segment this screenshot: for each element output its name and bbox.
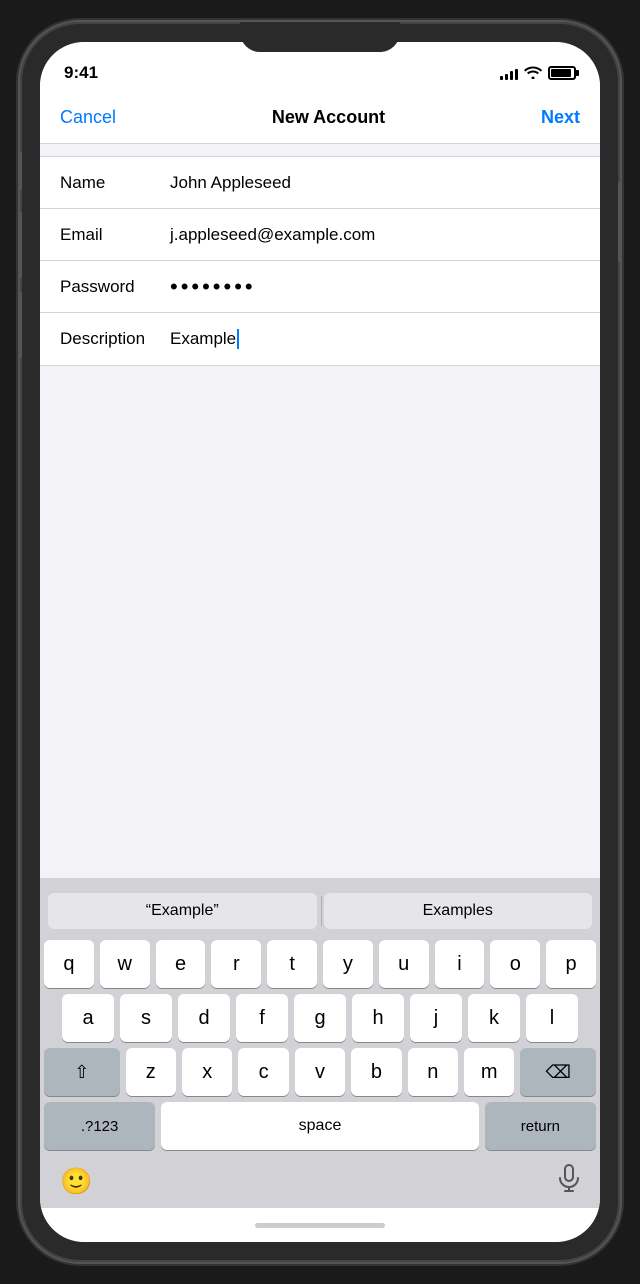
wifi-icon xyxy=(524,65,542,82)
key-n[interactable]: n xyxy=(408,1048,458,1096)
key-t[interactable]: t xyxy=(267,940,317,988)
key-k[interactable]: k xyxy=(468,994,520,1042)
description-value[interactable]: Example xyxy=(170,329,580,350)
status-icons xyxy=(500,65,576,82)
key-x[interactable]: x xyxy=(182,1048,232,1096)
key-l[interactable]: l xyxy=(526,994,578,1042)
next-button[interactable]: Next xyxy=(541,107,580,128)
key-m[interactable]: m xyxy=(464,1048,514,1096)
autocomplete-separator xyxy=(321,896,322,926)
backspace-key[interactable]: ⌫ xyxy=(520,1048,596,1096)
key-r[interactable]: r xyxy=(211,940,261,988)
home-bar xyxy=(255,1223,385,1228)
password-label: Password xyxy=(60,277,170,297)
battery-icon xyxy=(548,66,576,80)
email-label: Email xyxy=(60,225,170,245)
key-v[interactable]: v xyxy=(295,1048,345,1096)
keyboard-row-4: .?123 space return xyxy=(44,1102,596,1150)
space-key[interactable]: space xyxy=(161,1102,479,1150)
password-row: Password •••••••• xyxy=(40,261,600,313)
keyboard: “Example” Examples q w e r t y u i o p xyxy=(40,878,600,1158)
key-q[interactable]: q xyxy=(44,940,94,988)
text-cursor xyxy=(237,329,239,349)
home-indicator xyxy=(40,1208,600,1242)
content-area xyxy=(40,366,600,878)
power-button xyxy=(618,182,620,262)
numbers-key[interactable]: .?123 xyxy=(44,1102,155,1150)
key-u[interactable]: u xyxy=(379,940,429,988)
shift-key[interactable]: ⇧ xyxy=(44,1048,120,1096)
key-e[interactable]: e xyxy=(156,940,206,988)
name-label: Name xyxy=(60,173,170,193)
key-w[interactable]: w xyxy=(100,940,150,988)
key-p[interactable]: p xyxy=(546,940,596,988)
page-title: New Account xyxy=(272,107,385,128)
signal-icon xyxy=(500,66,518,80)
name-value[interactable]: John Appleseed xyxy=(170,173,580,193)
keyboard-row-2: a s d f g h j k l xyxy=(44,994,596,1042)
name-row: Name John Appleseed xyxy=(40,157,600,209)
autocomplete-bar: “Example” Examples xyxy=(44,888,596,934)
keyboard-row-1: q w e r t y u i o p xyxy=(44,940,596,988)
phone-screen: 9:41 xyxy=(40,42,600,1242)
status-time: 9:41 xyxy=(64,63,98,83)
notch xyxy=(240,22,400,52)
phone-frame: 9:41 xyxy=(20,22,620,1262)
password-value[interactable]: •••••••• xyxy=(170,274,580,300)
key-i[interactable]: i xyxy=(435,940,485,988)
form-section: Name John Appleseed Email j.appleseed@ex… xyxy=(40,156,600,366)
key-o[interactable]: o xyxy=(490,940,540,988)
navigation-bar: Cancel New Account Next xyxy=(40,92,600,144)
autocomplete-item-2[interactable]: Examples xyxy=(324,893,593,929)
key-y[interactable]: y xyxy=(323,940,373,988)
keyboard-row-3: ⇧ z x c v b n m ⌫ xyxy=(44,1048,596,1096)
key-s[interactable]: s xyxy=(120,994,172,1042)
email-value[interactable]: j.appleseed@example.com xyxy=(170,225,580,245)
keyboard-bottom-bar: 🙂 xyxy=(40,1158,600,1208)
key-j[interactable]: j xyxy=(410,994,462,1042)
emoji-icon[interactable]: 🙂 xyxy=(60,1166,92,1197)
volume-up-button xyxy=(20,212,22,278)
key-a[interactable]: a xyxy=(62,994,114,1042)
autocomplete-item-1[interactable]: “Example” xyxy=(48,893,317,929)
key-b[interactable]: b xyxy=(351,1048,401,1096)
cancel-button[interactable]: Cancel xyxy=(60,107,116,128)
key-f[interactable]: f xyxy=(236,994,288,1042)
key-h[interactable]: h xyxy=(352,994,404,1042)
return-key[interactable]: return xyxy=(485,1102,596,1150)
key-g[interactable]: g xyxy=(294,994,346,1042)
mute-button xyxy=(20,152,22,190)
key-c[interactable]: c xyxy=(238,1048,288,1096)
key-d[interactable]: d xyxy=(178,994,230,1042)
key-z[interactable]: z xyxy=(126,1048,176,1096)
microphone-icon[interactable] xyxy=(558,1164,580,1198)
volume-down-button xyxy=(20,292,22,358)
description-label: Description xyxy=(60,329,170,349)
email-row: Email j.appleseed@example.com xyxy=(40,209,600,261)
description-row: Description Example xyxy=(40,313,600,365)
